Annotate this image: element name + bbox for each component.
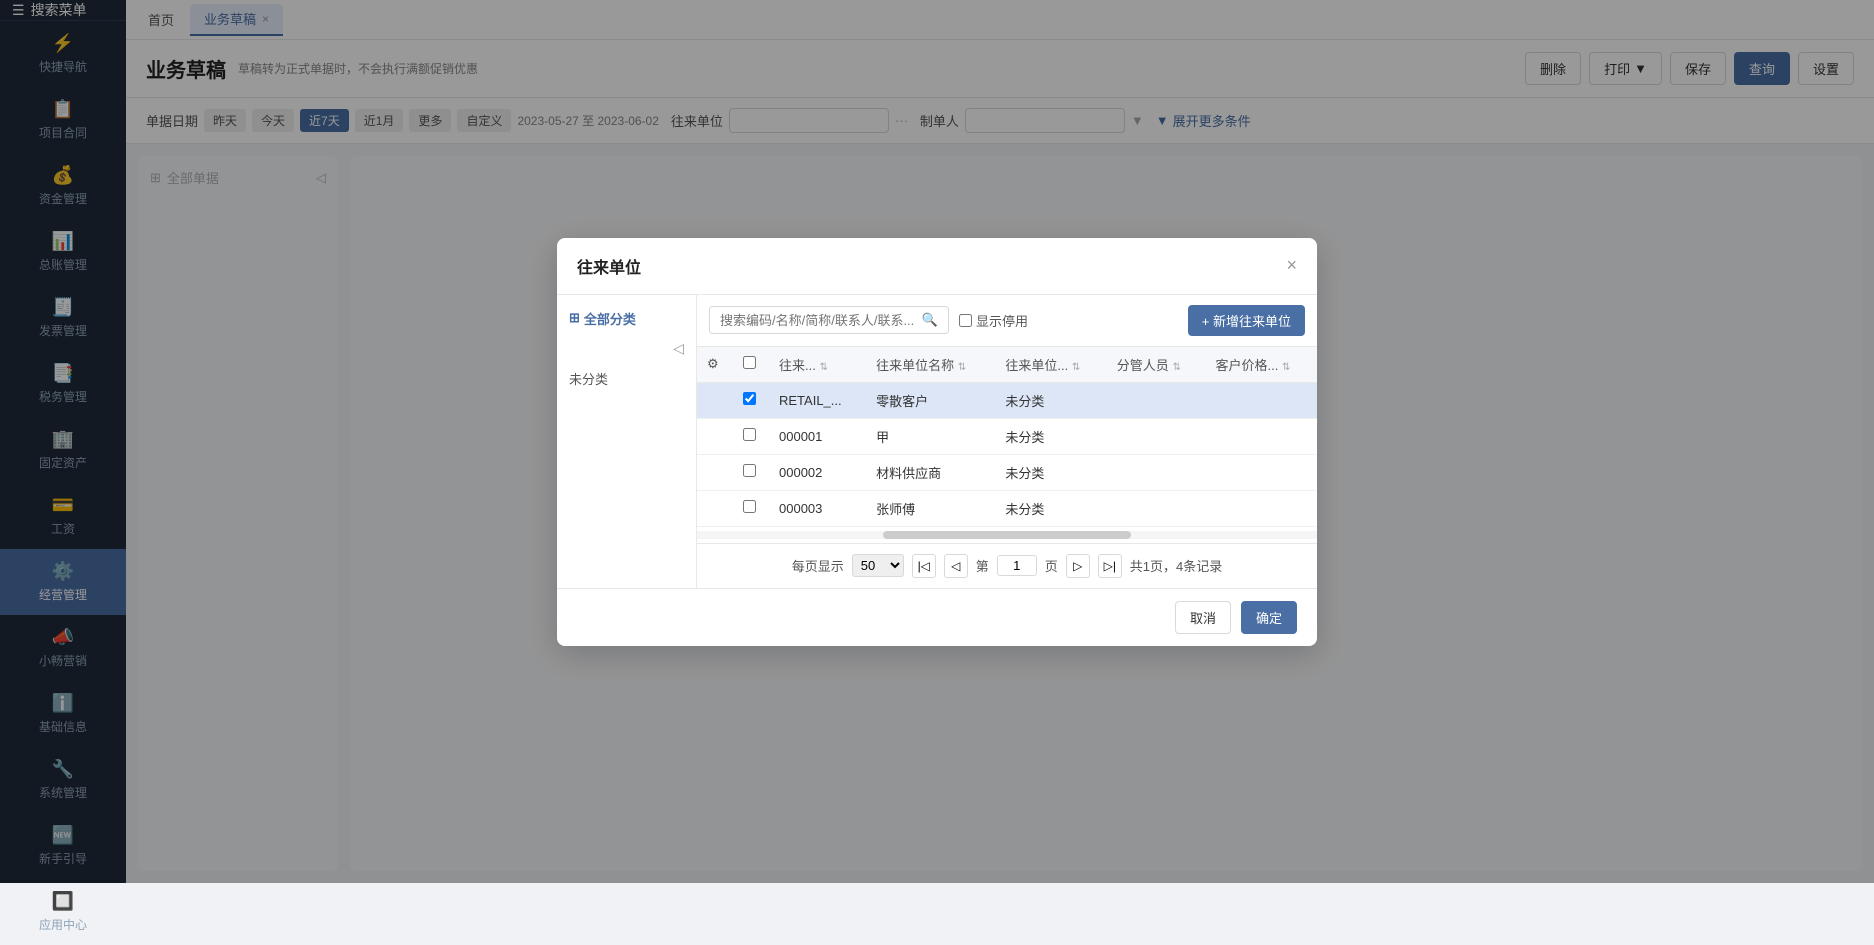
- table-row[interactable]: 000001 甲 未分类: [697, 418, 1317, 454]
- category-item-unclassified[interactable]: 未分类: [557, 363, 696, 394]
- row-name: 甲: [866, 418, 995, 454]
- row-name: 张师傅: [866, 490, 995, 526]
- row-checkbox: [733, 418, 769, 454]
- sort-icon: ⇅: [819, 362, 827, 373]
- modal-close-button[interactable]: ×: [1286, 255, 1297, 276]
- cancel-button[interactable]: 取消: [1175, 601, 1231, 634]
- row-category: 未分类: [995, 454, 1106, 490]
- search-icon: 🔍: [922, 312, 938, 328]
- last-page-button[interactable]: ▷|: [1098, 554, 1122, 578]
- app-icon: 🔲: [52, 891, 74, 912]
- counterpart-table: ⚙ 往来... ⇅ 往来单位名称: [697, 347, 1317, 527]
- table-header-row: ⚙ 往来... ⇅ 往来单位名称: [697, 347, 1317, 383]
- row-price: [1206, 382, 1317, 418]
- row-settings: [697, 490, 733, 526]
- row-price: [1206, 418, 1317, 454]
- table-toolbar: 🔍 显示停用 + 新增往来单位: [697, 295, 1317, 347]
- col-settings: ⚙: [697, 347, 733, 383]
- show-disabled-label[interactable]: 显示停用: [959, 311, 1028, 330]
- horizontal-scrollbar[interactable]: [697, 531, 1317, 539]
- category-unclassified-label: 未分类: [569, 372, 608, 387]
- page-suffix: 页: [1045, 556, 1058, 575]
- category-panel: ⊞ 全部分类 ◁ 未分类: [557, 295, 697, 588]
- select-all-checkbox[interactable]: [743, 356, 756, 369]
- row-category: 未分类: [995, 490, 1106, 526]
- row-checkbox: [733, 382, 769, 418]
- settings-icon: ⚙: [707, 356, 719, 371]
- row-settings: [697, 454, 733, 490]
- row-settings: [697, 418, 733, 454]
- next-page-button[interactable]: ▷: [1066, 554, 1090, 578]
- search-input[interactable]: [720, 313, 918, 328]
- search-box: 🔍: [709, 306, 949, 334]
- row-salesperson: [1107, 418, 1206, 454]
- new-counterpart-button[interactable]: + 新增往来单位: [1188, 305, 1305, 336]
- row-code: 000002: [769, 454, 866, 490]
- counterpart-modal: 往来单位 × ⊞ 全部分类 ◁ 未分类: [557, 238, 1317, 646]
- prev-page-button[interactable]: ◁: [944, 554, 968, 578]
- col-checkbox: [733, 347, 769, 383]
- row-checkbox: [733, 454, 769, 490]
- category-header-label: 全部分类: [584, 309, 636, 328]
- pagination: 每页显示 50 20 100 |◁ ◁ 第 页 ▷ ▷| 共1页，4条记录: [697, 543, 1317, 588]
- row-name: 材料供应商: [866, 454, 995, 490]
- sort-icon: ⇅: [958, 362, 966, 373]
- col-name-header: 往来单位名称 ⇅: [866, 347, 995, 383]
- grid-icon: ⊞: [569, 310, 580, 326]
- table-scroll[interactable]: ⚙ 往来... ⇅ 往来单位名称: [697, 347, 1317, 527]
- row-code: 000003: [769, 490, 866, 526]
- table-row[interactable]: RETAIL_... 零散客户 未分类: [697, 382, 1317, 418]
- row-salesperson: [1107, 454, 1206, 490]
- row-settings: [697, 382, 733, 418]
- table-panel: 🔍 显示停用 + 新增往来单位 ⚙: [697, 295, 1317, 588]
- row-category: 未分类: [995, 382, 1106, 418]
- row-select-checkbox[interactable]: [743, 392, 756, 405]
- row-salesperson: [1107, 490, 1206, 526]
- row-price: [1206, 490, 1317, 526]
- modal-title: 往来单位: [577, 254, 641, 278]
- page-number-input[interactable]: [997, 555, 1037, 576]
- row-select-checkbox[interactable]: [743, 464, 756, 477]
- sidebar-item-app-center[interactable]: 🔲 应用中心: [0, 879, 126, 945]
- modal-overlay: 往来单位 × ⊞ 全部分类 ◁ 未分类: [0, 0, 1874, 883]
- col-code-header: 往来... ⇅: [769, 347, 866, 383]
- sort-icon: ⇅: [1072, 362, 1080, 373]
- page-label: 第: [976, 556, 989, 575]
- row-price: [1206, 454, 1317, 490]
- row-checkbox: [733, 490, 769, 526]
- row-select-checkbox[interactable]: [743, 500, 756, 513]
- show-disabled-checkbox[interactable]: [959, 314, 972, 327]
- show-disabled-text: 显示停用: [976, 311, 1028, 330]
- row-code: 000001: [769, 418, 866, 454]
- table-row[interactable]: 000003 张师傅 未分类: [697, 490, 1317, 526]
- col-price-header: 客户价格... ⇅: [1206, 347, 1317, 383]
- row-salesperson: [1107, 382, 1206, 418]
- modal-header: 往来单位 ×: [557, 238, 1317, 295]
- per-page-label: 每页显示: [792, 556, 844, 575]
- sort-icon: ⇅: [1282, 362, 1290, 373]
- collapse-category-button[interactable]: ◁: [667, 334, 690, 363]
- sort-icon: ⇅: [1172, 362, 1180, 373]
- total-label: 共1页，4条记录: [1130, 556, 1222, 575]
- first-page-button[interactable]: |◁: [912, 554, 936, 578]
- confirm-button[interactable]: 确定: [1241, 601, 1297, 634]
- row-name: 零散客户: [866, 382, 995, 418]
- sidebar-item-label: 应用中心: [39, 916, 87, 933]
- per-page-select[interactable]: 50 20 100: [852, 554, 904, 577]
- category-header[interactable]: ⊞ 全部分类: [557, 303, 696, 334]
- table-row[interactable]: 000002 材料供应商 未分类: [697, 454, 1317, 490]
- modal-footer: 取消 确定: [557, 588, 1317, 646]
- col-category-header: 往来单位... ⇅: [995, 347, 1106, 383]
- row-select-checkbox[interactable]: [743, 428, 756, 441]
- row-category: 未分类: [995, 418, 1106, 454]
- row-code: RETAIL_...: [769, 382, 866, 418]
- col-salesperson-header: 分管人员 ⇅: [1107, 347, 1206, 383]
- scrollbar-thumb[interactable]: [883, 531, 1131, 539]
- modal-body: ⊞ 全部分类 ◁ 未分类 🔍: [557, 295, 1317, 588]
